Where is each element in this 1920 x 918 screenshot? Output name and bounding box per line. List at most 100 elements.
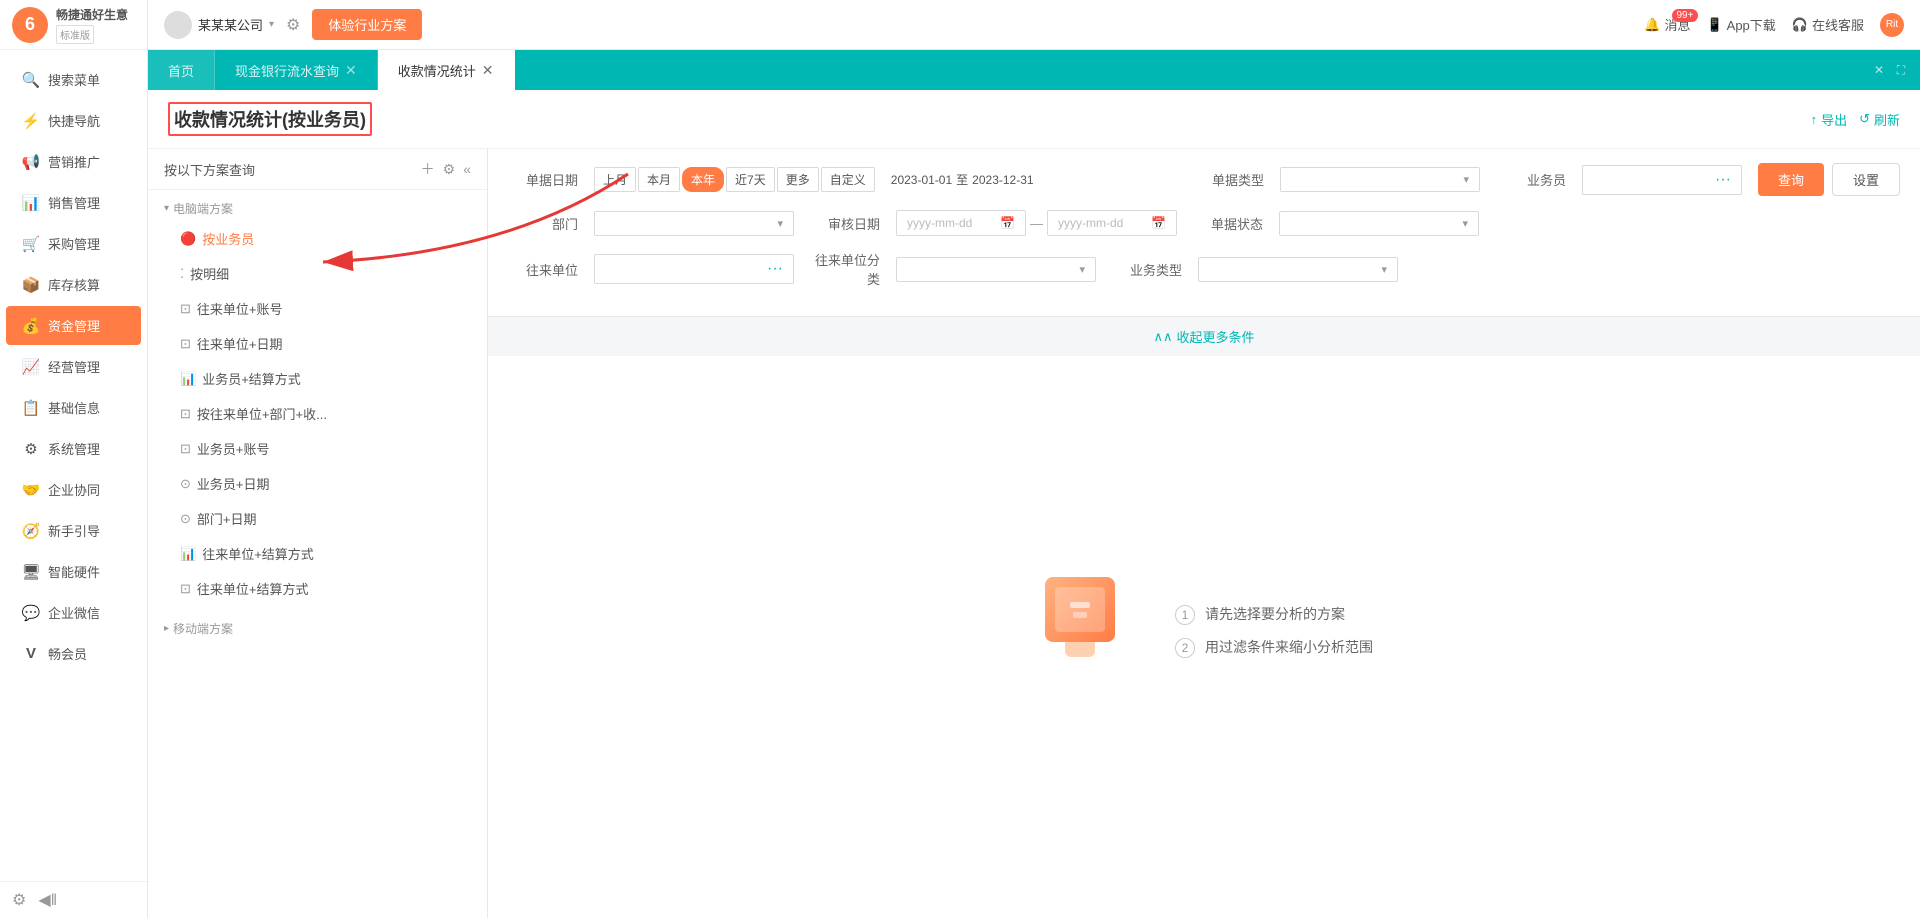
sidebar-item-wechat[interactable]: 💬 企业微信 (6, 593, 141, 632)
sidebar-item-search[interactable]: 🔍 搜索菜单 (6, 60, 141, 99)
scheme-item-icon-ps1: 📊 (180, 546, 196, 562)
salesman-select[interactable]: ··· (1582, 165, 1742, 195)
app-icon: 📱 (1706, 17, 1722, 33)
review-date-end[interactable]: yyyy-mm-dd 📅 (1047, 210, 1177, 236)
scheme-query-label: 按以下方案查询 (164, 160, 255, 179)
refresh-btn[interactable]: ↺ 刷新 (1859, 110, 1900, 129)
setting-btn[interactable]: 设置 (1832, 163, 1900, 196)
robot-illustration (1035, 577, 1125, 657)
partner-select[interactable]: ··· (594, 254, 794, 284)
user-avatar-small[interactable]: Rit (1880, 13, 1904, 37)
tab-bank-flow-close[interactable]: ✕ (345, 62, 357, 79)
sidebar-item-guide[interactable]: 🧭 新手引导 (6, 511, 141, 550)
scheme-item-icon-sac: ⊡ (180, 441, 191, 457)
sidebar-item-member[interactable]: V 畅会员 (6, 634, 141, 673)
date-btn-more[interactable]: 更多 (777, 167, 819, 192)
scheme-item-icon-salesman: 🔴 (180, 231, 196, 247)
logo-icon: 6 (12, 7, 48, 43)
business-type-select[interactable]: ▾ (1198, 257, 1398, 282)
finance-icon: 💰 (22, 317, 40, 335)
sidebar-item-operation[interactable]: 📈 经营管理 (6, 347, 141, 386)
sidebar-item-purchase[interactable]: 🛒 采购管理 (6, 224, 141, 263)
date-btn-last-month[interactable]: 上月 (594, 167, 636, 192)
dept-select[interactable]: ▾ (594, 211, 794, 236)
collapse-conditions-btn[interactable]: ∧∧ 收起更多条件 (1153, 327, 1254, 346)
date-btn-7days[interactable]: 近7天 (726, 167, 775, 192)
refresh-icon: ↺ (1859, 111, 1870, 127)
sidebar-item-basic[interactable]: 📋 基础信息 (6, 388, 141, 427)
review-date-start[interactable]: yyyy-mm-dd 📅 (896, 210, 1026, 236)
window-maximize-btn[interactable]: ⛶ (1894, 63, 1908, 77)
notification-btn[interactable]: 🔔 消息 99+ (1644, 15, 1690, 34)
scheme-collapse-btn[interactable]: « (463, 161, 471, 177)
empty-content: 1 请先选择要分析的方案 2 用过滤条件来缩小分析范围 (1035, 577, 1373, 697)
salesman-more-icon: ··· (1715, 171, 1731, 189)
salesman-label: 业务员 (1496, 170, 1566, 189)
filter-row-2: 部门 ▾ 审核日期 yyyy-mm-dd 📅 — (508, 210, 1900, 236)
trial-btn[interactable]: 体验行业方案 (312, 9, 422, 40)
sidebar-item-quicknav[interactable]: ⚡ 快捷导航 (6, 101, 141, 140)
date-btn-this-year[interactable]: 本年 (682, 167, 724, 192)
bill-type-chevron: ▾ (1463, 173, 1469, 186)
user-avatar (164, 11, 192, 39)
top-header: 某某某公司 ▾ ⚙ 体验行业方案 🔔 消息 99+ 📱 App下载 🎧 在线客服… (148, 0, 1920, 50)
scheme-item-salesman-account[interactable]: ⊡ 业务员+账号 (148, 431, 487, 466)
robot-base (1065, 642, 1095, 657)
filter-row-3: 往来单位 ··· 往来单位分类 ▾ 业务类型 ▾ (508, 250, 1900, 288)
sidebar-item-hardware[interactable]: 🖥 智能硬件 (6, 552, 141, 591)
scheme-item-dept-date[interactable]: ⊙ 部门+日期 (148, 501, 487, 536)
partner-label: 往来单位 (508, 260, 578, 279)
sidebar-item-marketing[interactable]: 📢 营销推广 (6, 142, 141, 181)
sidebar-item-enterprise[interactable]: 🤝 企业协同 (6, 470, 141, 509)
scheme-header-actions: ＋ ⚙ « (421, 159, 471, 179)
user-info: 某某某公司 ▾ (164, 11, 274, 39)
bill-status-select[interactable]: ▾ (1279, 211, 1479, 236)
wechat-icon: 💬 (22, 604, 40, 622)
partner-cat-chevron: ▾ (1079, 263, 1085, 276)
window-close-btn[interactable]: ✕ (1872, 63, 1886, 77)
notification-icon: 🔔 (1644, 17, 1660, 33)
query-btn[interactable]: 查询 (1758, 163, 1824, 196)
sidebar-item-system[interactable]: ⚙ 系统管理 (6, 429, 141, 468)
tab-bank-flow[interactable]: 现金银行流水查询 ✕ (215, 50, 378, 90)
sidebar-item-finance[interactable]: 💰 资金管理 (6, 306, 141, 345)
header-gear-icon[interactable]: ⚙ (286, 15, 300, 35)
sidebar-collapse-icon[interactable]: ◀‖ (38, 890, 57, 910)
date-btn-this-month[interactable]: 本月 (638, 167, 680, 192)
query-actions: 查询 设置 (1758, 163, 1900, 196)
scheme-item-salesman-settlement[interactable]: 📊 业务员+结算方式 (148, 361, 487, 396)
sidebar: 6 畅捷通好生意 标准版 🔍 搜索菜单 ⚡ 快捷导航 📢 营销推广 📊 销售管理… (0, 0, 148, 918)
scheme-item-partner-settlement1[interactable]: 📊 往来单位+结算方式 (148, 536, 487, 571)
scheme-settings-btn[interactable]: ⚙ (443, 161, 456, 178)
online-service-btn[interactable]: 🎧 在线客服 (1792, 15, 1864, 34)
sidebar-item-sales[interactable]: 📊 销售管理 (6, 183, 141, 222)
bill-status-chevron: ▾ (1462, 217, 1468, 230)
add-scheme-btn[interactable]: ＋ (421, 159, 435, 179)
scheme-item-salesman-date[interactable]: ⊙ 业务员+日期 (148, 466, 487, 501)
filter-section: 单据日期 上月 本月 本年 近7天 更多 自定义 2023- (488, 149, 1920, 316)
scheme-item-partner-account[interactable]: ⊡ 往来单位+账号 (148, 291, 487, 326)
review-date-pair: yyyy-mm-dd 📅 — yyyy-mm-dd 📅 (896, 210, 1177, 236)
desktop-group-title[interactable]: ▾ 电脑端方案 (148, 194, 487, 221)
sidebar-settings-icon[interactable]: ⚙ (12, 890, 26, 910)
sidebar-item-inventory[interactable]: 📦 库存核算 (6, 265, 141, 304)
partner-category-select[interactable]: ▾ (896, 257, 1096, 282)
mobile-group-title[interactable]: ▸ 移动端方案 (148, 614, 487, 641)
scheme-item-partner-settlement2[interactable]: ⊡ 往来单位+结算方式 (148, 571, 487, 606)
tab-home[interactable]: 首页 (148, 50, 215, 90)
bill-type-select[interactable]: ▾ (1280, 167, 1480, 192)
sidebar-nav: 🔍 搜索菜单 ⚡ 快捷导航 📢 营销推广 📊 销售管理 🛒 采购管理 📦 库存核… (0, 50, 147, 881)
scheme-item-partner-dept[interactable]: ⊡ 按往来单位+部门+收... (148, 396, 487, 431)
export-btn[interactable]: ↑ 导出 (1811, 110, 1848, 129)
scheme-item-by-detail[interactable]: ⁚ 按明细 (148, 256, 487, 291)
tab-collection-stat[interactable]: 收款情况统计 ✕ (378, 50, 515, 90)
scheme-item-by-salesman[interactable]: 🔴 按业务员 (148, 221, 487, 256)
company-dropdown-icon[interactable]: ▾ (269, 19, 274, 30)
bill-status-label: 单据状态 (1193, 214, 1263, 233)
date-btn-custom[interactable]: 自定义 (821, 167, 875, 192)
business-type-chevron: ▾ (1381, 263, 1387, 276)
tab-collection-stat-close[interactable]: ✕ (482, 62, 494, 79)
app-download-btn[interactable]: 📱 App下载 (1706, 15, 1775, 34)
scheme-item-partner-date[interactable]: ⊡ 往来单位+日期 (148, 326, 487, 361)
calendar-icon-start: 📅 (1000, 216, 1015, 230)
